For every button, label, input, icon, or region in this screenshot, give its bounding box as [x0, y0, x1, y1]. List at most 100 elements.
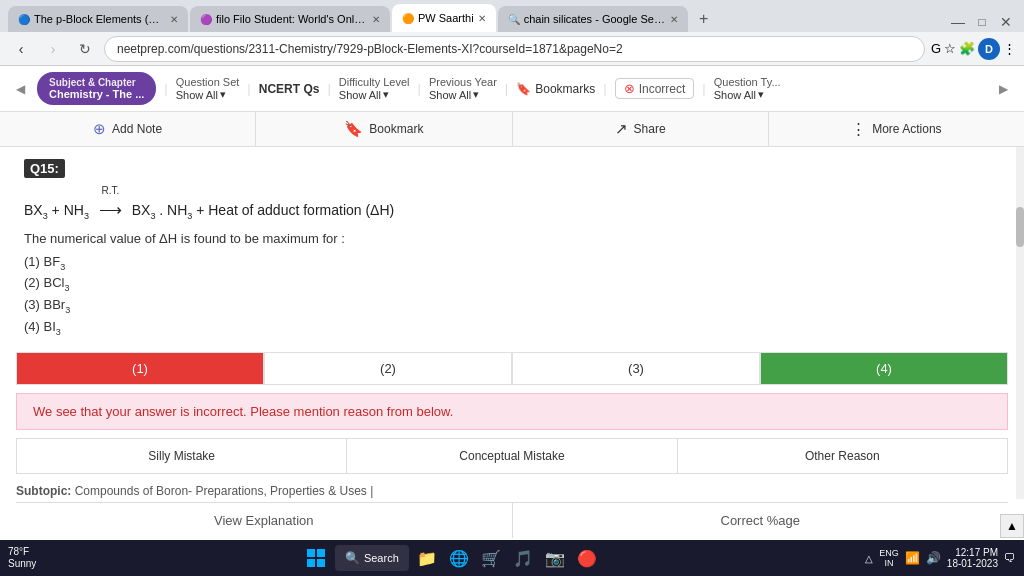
maximize-button[interactable]: □ — [972, 15, 992, 29]
close-button[interactable]: ✕ — [996, 14, 1016, 30]
prev-year-filter[interactable]: Previous Year Show All ▾ — [429, 76, 497, 101]
minimize-button[interactable]: — — [948, 14, 968, 30]
refresh-button[interactable]: ↻ — [72, 36, 98, 62]
temperature: 78°F — [8, 546, 36, 558]
tab-pw-saarthi[interactable]: 🟠 PW Saarthi ✕ — [392, 4, 496, 32]
tab-pblock[interactable]: 🔵 The p-Block Elements (XI) Chem... ✕ — [8, 6, 188, 32]
share-button[interactable]: ↗ Share — [513, 112, 769, 146]
tab-close[interactable]: ✕ — [372, 14, 380, 25]
wifi-icon: 📶 — [905, 551, 920, 565]
start-button[interactable] — [301, 543, 331, 573]
scrollbar-thumb[interactable] — [1016, 207, 1024, 247]
forward-button[interactable]: › — [40, 36, 66, 62]
divider5: | — [505, 81, 508, 96]
divider7: | — [702, 81, 705, 96]
new-tab-button[interactable]: + — [690, 6, 718, 32]
answer-option-1[interactable]: (1) — [16, 352, 264, 385]
scrollbar[interactable] — [1016, 147, 1024, 499]
conceptual-mistake-option[interactable]: Conceptual Mistake — [347, 439, 677, 473]
toolbar-scroll-left[interactable]: ◀ — [12, 82, 29, 96]
address-text: neetprep.com/questions/2311-Chemistry/79… — [117, 42, 623, 56]
bookmarks-label: Bookmarks — [535, 82, 595, 96]
question-number: Q15: — [24, 159, 65, 178]
bookmark-button[interactable]: 🔖 Bookmark — [256, 112, 512, 146]
google-icon: G — [931, 41, 941, 56]
share-icon: ↗ — [615, 120, 628, 138]
view-explanation-button[interactable]: View Explanation — [16, 503, 513, 538]
more-actions-icon: ⋮ — [851, 120, 866, 138]
other-reason-option[interactable]: Other Reason — [678, 439, 1007, 473]
up-arrow-icon[interactable]: △ — [865, 553, 873, 564]
profile-icon[interactable]: D — [978, 38, 1000, 60]
taskbar-store[interactable]: 🛒 — [477, 544, 505, 572]
toolbar-scroll-right[interactable]: ▶ — [995, 82, 1012, 96]
browser-tabs: 🔵 The p-Block Elements (XI) Chem... ✕ 🟣 … — [0, 0, 1024, 32]
question-type-filter[interactable]: Question Ty... Show All ▾ — [714, 76, 781, 101]
question-area: Q15: BX3 + NH3 R.T. ⟶ BX3 . NH3 + Heat o… — [0, 147, 1024, 352]
correct-percentage-button[interactable]: Correct %age — [513, 503, 1009, 538]
taskbar-camera[interactable]: 📷 — [541, 544, 569, 572]
browser-action-buttons: G ☆ 🧩 D ⋮ — [931, 38, 1016, 60]
add-note-label: Add Note — [112, 122, 162, 136]
tab-filo[interactable]: 🟣 filo Filo Student: World's Only Live I… — [190, 6, 390, 32]
tab-close[interactable]: ✕ — [670, 14, 678, 25]
divider1: | — [164, 81, 167, 96]
page-toolbar: ◀ Subject & Chapter Chemistry - The ... … — [0, 66, 1024, 112]
back-button[interactable]: ‹ — [8, 36, 34, 62]
clock: 12:17 PM 18-01-2023 — [947, 547, 998, 569]
extension-icon[interactable]: 🧩 — [959, 41, 975, 56]
notification-icon[interactable]: 🗨 — [1004, 551, 1016, 565]
add-note-icon: ⊕ — [93, 120, 106, 138]
svg-rect-2 — [307, 559, 315, 567]
difficulty-label: Difficulty Level — [339, 76, 410, 88]
tab-label: chain silicates - Google Search — [524, 13, 666, 25]
condition: Sunny — [8, 558, 36, 570]
tab-favicon: 🔍 — [508, 14, 520, 25]
add-note-button[interactable]: ⊕ Add Note — [0, 112, 256, 146]
mistake-options: Silly Mistake Conceptual Mistake Other R… — [16, 438, 1008, 474]
feedback-message: We see that your answer is incorrect. Pl… — [33, 404, 453, 419]
incorrect-label: Incorrect — [639, 82, 686, 96]
settings-icon[interactable]: ⋮ — [1003, 41, 1016, 56]
language-indicator: ENG IN — [879, 548, 899, 568]
answer-option-3[interactable]: (3) — [512, 352, 760, 385]
volume-icon: 🔊 — [926, 551, 941, 565]
search-icon: 🔍 — [345, 551, 360, 565]
taskbar-music[interactable]: 🎵 — [509, 544, 537, 572]
time-display: 12:17 PM — [947, 547, 998, 558]
taskbar-browser[interactable]: 🌐 — [445, 544, 473, 572]
scroll-up-button[interactable]: ▲ — [1000, 514, 1024, 538]
tab-google-search[interactable]: 🔍 chain silicates - Google Search ✕ — [498, 6, 688, 32]
option-4: (4) BI3 — [24, 319, 1000, 337]
bottom-actions: View Explanation Correct %age — [16, 502, 1008, 538]
tab-favicon: 🟠 — [402, 13, 414, 24]
answer-option-2[interactable]: (2) — [264, 352, 512, 385]
more-actions-button[interactable]: ⋮ More Actions — [769, 112, 1024, 146]
subject-chapter-filter[interactable]: Subject & Chapter Chemistry - The ... — [37, 72, 156, 105]
taskbar-chrome[interactable]: 🔴 — [573, 544, 601, 572]
silly-mistake-option[interactable]: Silly Mistake — [17, 439, 347, 473]
question-type-label: Question Ty... — [714, 76, 781, 88]
question-set-label: Question Set — [176, 76, 240, 88]
bookmark-action-icon: 🔖 — [344, 120, 363, 138]
ncert-filter[interactable]: NCERT Qs — [259, 82, 320, 96]
bookmarks-filter[interactable]: 🔖 Bookmarks — [516, 82, 595, 96]
answer-option-4[interactable]: (4) — [760, 352, 1008, 385]
x-circle-icon: ⊗ — [624, 81, 635, 96]
address-bar[interactable]: neetprep.com/questions/2311-Chemistry/79… — [104, 36, 925, 62]
taskbar-left: 78°F Sunny — [8, 546, 36, 570]
window-controls[interactable]: — □ ✕ — [948, 14, 1016, 32]
star-icon[interactable]: ☆ — [944, 41, 956, 56]
incorrect-filter[interactable]: ⊗ Incorrect — [615, 78, 695, 99]
question-set-filter[interactable]: Question Set Show All ▾ — [176, 76, 240, 101]
tab-label: PW Saarthi — [418, 12, 474, 24]
search-button[interactable]: 🔍 Search — [335, 545, 409, 571]
subtopic-value: Compounds of Boron- Preparations, Proper… — [75, 484, 374, 498]
tab-close[interactable]: ✕ — [478, 13, 486, 24]
prev-year-value: Show All ▾ — [429, 88, 497, 101]
difficulty-filter[interactable]: Difficulty Level Show All ▾ — [339, 76, 410, 101]
taskbar-file-explorer[interactable]: 📁 — [413, 544, 441, 572]
bookmark-label: Bookmark — [369, 122, 423, 136]
tab-close[interactable]: ✕ — [170, 14, 178, 25]
option-2: (2) BCl3 — [24, 275, 1000, 293]
